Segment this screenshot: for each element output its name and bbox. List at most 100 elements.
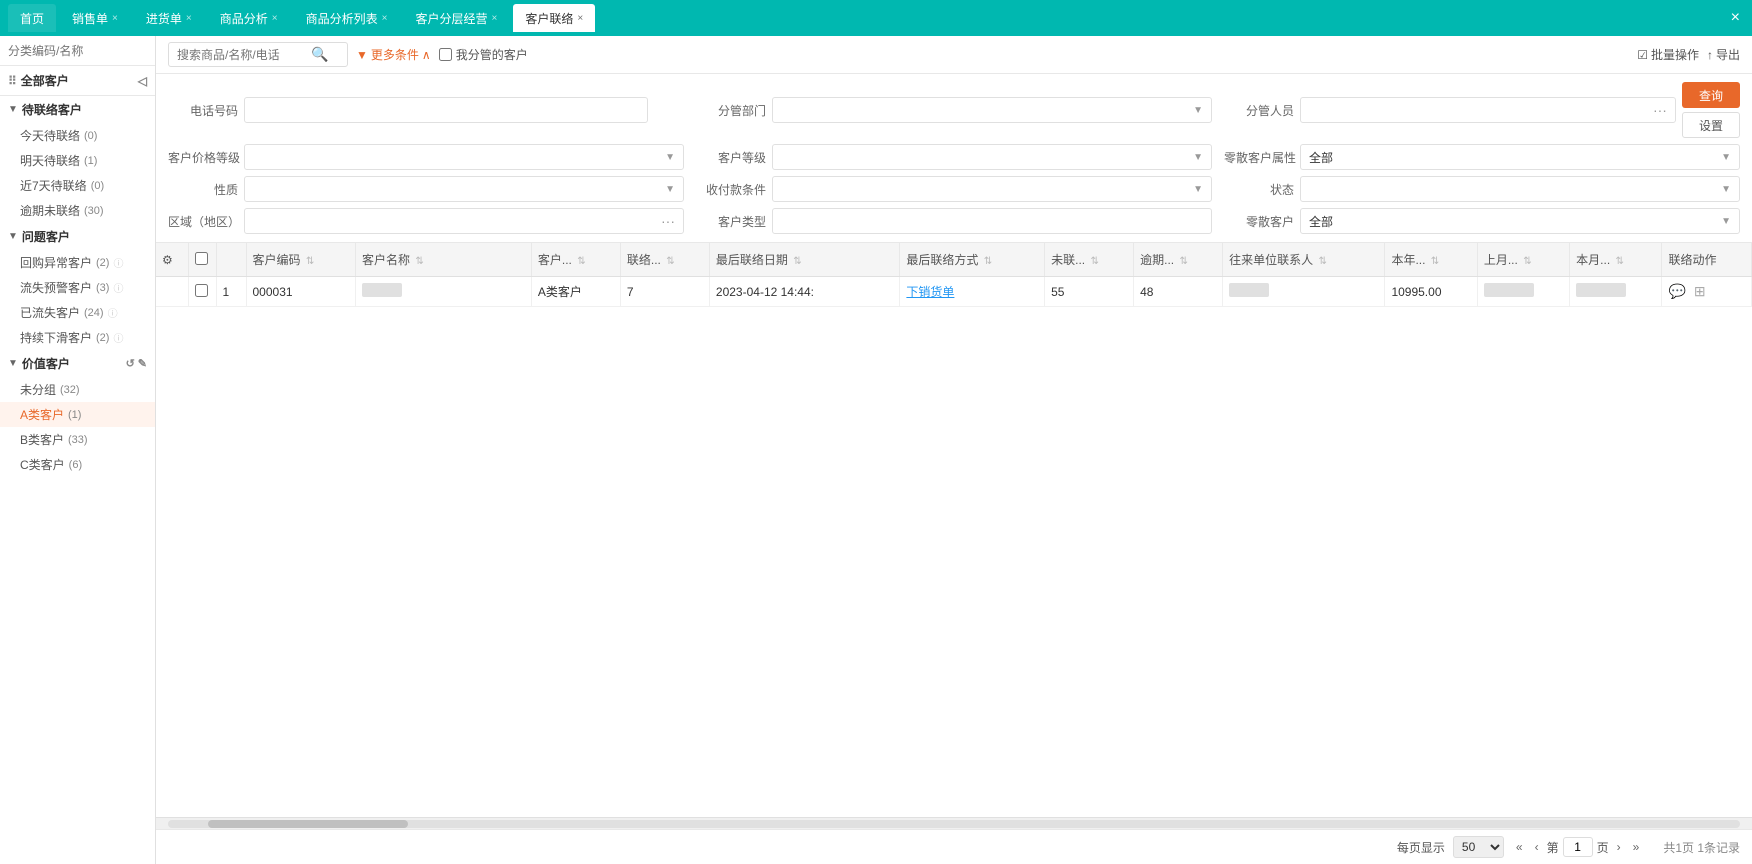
col-last-month[interactable]: 上月... ⇅ (1477, 243, 1569, 277)
payment-select[interactable]: ▼ (772, 176, 1212, 202)
manager-select[interactable]: ··· (1300, 97, 1676, 123)
dept-select[interactable]: ▼ (772, 97, 1212, 123)
select-all-checkbox[interactable] (195, 252, 208, 265)
tab-sales[interactable]: 销售单 × (60, 4, 130, 32)
col-customer-code[interactable]: 客户编码 ⇅ (246, 243, 356, 277)
last-page-button[interactable]: » (1629, 838, 1644, 856)
goods-analysis-tab-close[interactable]: × (272, 13, 278, 24)
per-page-select[interactable]: 50 100 200 (1453, 836, 1504, 858)
sidebar-item-today-contact[interactable]: 今天待联络 (0) (0, 123, 155, 148)
sidebar-item-c-class[interactable]: C类客户 (6) (0, 452, 155, 477)
row-last-contact-method[interactable]: 下销货单 (906, 285, 954, 299)
scattered-attr-select[interactable]: 全部 ▼ (1300, 144, 1740, 170)
col-customer-name-sort-icon[interactable]: ⇅ (415, 256, 423, 267)
tab-goods-analysis[interactable]: 商品分析 × (208, 4, 290, 32)
scroll-thumb[interactable] (208, 820, 408, 828)
status-select[interactable]: ▼ (1300, 176, 1740, 202)
sidebar-all-customers-header[interactable]: ⠿ 全部客户 ◁ (0, 66, 155, 96)
sidebar-item-tomorrow-contact[interactable]: 明天待联络 (1) (0, 148, 155, 173)
customer-level-select[interactable]: ▼ (772, 144, 1212, 170)
my-customers-filter[interactable]: 我分管的客户 (439, 46, 528, 63)
col-no-contact[interactable]: 未联... ⇅ (1045, 243, 1134, 277)
tab-home[interactable]: 首页 (8, 4, 56, 32)
sidebar-collapse-icon[interactable]: ◁ (138, 74, 147, 88)
col-this-year-sort-icon[interactable]: ⇅ (1431, 256, 1439, 267)
next-page-button[interactable]: › (1613, 838, 1625, 856)
col-no-contact-sort-icon[interactable]: ⇅ (1090, 256, 1098, 267)
sidebar-item-repurchase-abnormal[interactable]: 回购异常客户 (2) ⓘ (0, 250, 155, 275)
row-action-qr-icon[interactable]: ⊞ (1694, 283, 1706, 300)
col-last-contact-method[interactable]: 最后联络方式 ⇅ (900, 243, 1045, 277)
sidebar-item-overdue-contact[interactable]: 逾期未联络 (30) (0, 198, 155, 223)
col-last-month-sort-icon[interactable]: ⇅ (1523, 256, 1531, 267)
nature-select[interactable]: ▼ (244, 176, 684, 202)
filter-more-conditions[interactable]: ▼ 更多条件 ∧ (356, 46, 431, 63)
scattered-select[interactable]: 全部 ▼ (1300, 208, 1740, 234)
filter-search-icon[interactable]: 🔍 (311, 46, 328, 63)
my-customers-checkbox[interactable] (439, 48, 452, 61)
col-this-year[interactable]: 本年... ⇅ (1385, 243, 1477, 277)
horizontal-scrollbar[interactable] (156, 817, 1752, 829)
phone-input[interactable] (244, 97, 648, 123)
tab-customer-tier[interactable]: 客户分层经营 × (403, 4, 509, 32)
col-this-month[interactable]: 本月... ⇅ (1570, 243, 1662, 277)
col-customer-type-sort-icon[interactable]: ⇅ (577, 256, 585, 267)
customer-tier-tab-close[interactable]: × (491, 13, 497, 24)
col-contact[interactable]: 联络... ⇅ (620, 243, 709, 277)
customer-contact-tab-close[interactable]: × (577, 13, 583, 24)
page-number-input[interactable] (1563, 837, 1593, 857)
declining-info-icon[interactable]: ⓘ (113, 330, 123, 345)
row-code: 000031 (253, 285, 293, 299)
prev-page-button[interactable]: ‹ (1531, 838, 1543, 856)
repurchase-abnormal-info-icon[interactable]: ⓘ (113, 255, 123, 270)
churn-warning-info-icon[interactable]: ⓘ (113, 280, 123, 295)
col-settings[interactable]: ⚙ (156, 243, 188, 277)
col-overdue[interactable]: 逾期... ⇅ (1134, 243, 1223, 277)
tab-purchase[interactable]: 进货单 × (134, 4, 204, 32)
search-button[interactable]: 查询 (1682, 82, 1740, 108)
col-last-contact-date-sort-icon[interactable]: ⇅ (793, 256, 801, 267)
export-button[interactable]: ↑ 导出 (1707, 46, 1740, 63)
sidebar-item-b-class[interactable]: B类客户 (33) (0, 427, 155, 452)
sidebar-group-problem-customer[interactable]: ▼ 问题客户 (0, 223, 155, 250)
col-last-contact-date[interactable]: 最后联络日期 ⇅ (709, 243, 900, 277)
col-unit-contact-sort-icon[interactable]: ⇅ (1319, 256, 1327, 267)
sidebar-item-ungrouped[interactable]: 未分组 (32) (0, 377, 155, 402)
value-customer-refresh-icon[interactable]: ↺ (126, 357, 135, 370)
sidebar-search-input[interactable] (8, 44, 156, 58)
setting-button[interactable]: 设置 (1682, 112, 1740, 138)
first-page-button[interactable]: « (1512, 838, 1527, 856)
sidebar-group-waiting-contact[interactable]: ▼ 待联络客户 (0, 96, 155, 123)
region-select[interactable]: ··· (244, 208, 684, 234)
col-customer-type[interactable]: 客户... ⇅ (531, 243, 620, 277)
window-close-button[interactable]: × (1727, 5, 1744, 31)
col-this-month-sort-icon[interactable]: ⇅ (1616, 256, 1624, 267)
batch-op-button[interactable]: ☑ 批量操作 (1637, 46, 1699, 63)
row-checkbox[interactable] (195, 284, 208, 297)
filter-search-input[interactable] (177, 48, 307, 62)
col-this-year-label: 本年... (1391, 253, 1425, 267)
row-action-chat-icon[interactable]: 💬 (1668, 283, 1685, 300)
sidebar-item-a-class[interactable]: A类客户 (1) (0, 402, 155, 427)
col-customer-code-sort-icon[interactable]: ⇅ (306, 256, 314, 267)
col-customer-name[interactable]: 客户名称 ⇅ (356, 243, 532, 277)
tab-customer-contact[interactable]: 客户联络 × (513, 4, 595, 32)
dept-arrow-icon: ▼ (1193, 105, 1203, 116)
sidebar-group-value-customer[interactable]: ▼ 价值客户 ↺ ✎ (0, 350, 155, 377)
col-overdue-sort-icon[interactable]: ⇅ (1179, 256, 1187, 267)
value-customer-edit-icon[interactable]: ✎ (138, 357, 147, 370)
sidebar-item-declining[interactable]: 持续下滑客户 (2) ⓘ (0, 325, 155, 350)
col-last-contact-method-sort-icon[interactable]: ⇅ (984, 256, 992, 267)
sidebar-item-churned[interactable]: 已流失客户 (24) ⓘ (0, 300, 155, 325)
purchase-tab-close[interactable]: × (186, 13, 192, 24)
col-contact-sort-icon[interactable]: ⇅ (666, 256, 674, 267)
churned-info-icon[interactable]: ⓘ (108, 305, 118, 320)
customer-type-input[interactable] (772, 208, 1212, 234)
tab-goods-list[interactable]: 商品分析列表 × (294, 4, 400, 32)
sales-tab-close[interactable]: × (112, 13, 118, 24)
col-unit-contact[interactable]: 往来单位联系人 ⇅ (1223, 243, 1385, 277)
sidebar-item-7day-contact[interactable]: 近7天待联络 (0) (0, 173, 155, 198)
sidebar-item-churn-warning[interactable]: 流失预警客户 (3) ⓘ (0, 275, 155, 300)
goods-list-tab-close[interactable]: × (382, 13, 388, 24)
price-level-select[interactable]: ▼ (244, 144, 684, 170)
